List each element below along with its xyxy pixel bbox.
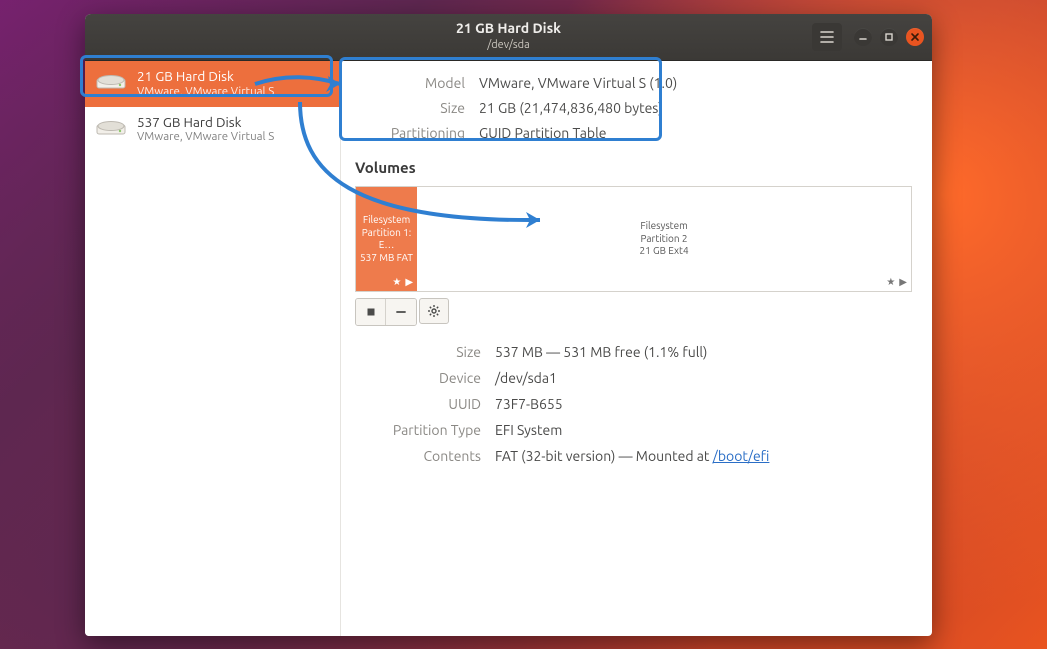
volume-line: Partition 1: E…: [356, 227, 417, 252]
volume-line: 21 GB Ext4: [639, 245, 688, 258]
sidebar-disk-title: 537 GB Hard Disk: [137, 115, 274, 131]
sidebar-disk-subtitle: VMware, VMware Virtual S: [137, 85, 274, 98]
play-icon: [899, 276, 907, 288]
volumes-box: Filesystem Partition 1: E… 537 MB FAT Fi…: [355, 186, 912, 292]
info-partitioning-label: Partitioning: [355, 125, 465, 141]
titlebar: 21 GB Hard Disk /dev/sda: [85, 14, 932, 61]
window-subtitle: /dev/sda: [85, 39, 932, 51]
main-pane: Model VMware, VMware Virtual S (1.0) Siz…: [341, 61, 932, 636]
det-contents-label: Contents: [355, 448, 481, 464]
det-ptype-value: EFI System: [495, 422, 912, 438]
volume-line: Filesystem: [363, 214, 410, 227]
play-icon: [405, 276, 413, 288]
volume-options-gear-button[interactable]: [419, 298, 449, 324]
det-ptype-label: Partition Type: [355, 422, 481, 438]
volume-footer-icons: [886, 276, 907, 288]
det-size-label: Size: [355, 344, 481, 360]
det-size-value: 537 MB — 531 MB free (1.1% full): [495, 344, 912, 360]
hamburger-menu-button[interactable]: [812, 23, 842, 51]
device-sidebar: 21 GB Hard Disk VMware, VMware Virtual S…: [85, 61, 341, 636]
volume-partition-2[interactable]: Filesystem Partition 2 21 GB Ext4: [417, 187, 911, 291]
volume-line: 537 MB FAT: [360, 252, 413, 265]
gnome-disks-window: 21 GB Hard Disk /dev/sda: [85, 14, 932, 636]
volume-partition-1[interactable]: Filesystem Partition 1: E… 537 MB FAT: [356, 187, 417, 291]
info-model-label: Model: [355, 75, 465, 91]
det-contents-value: FAT (32-bit version) — Mounted at /boot/…: [495, 448, 912, 464]
sidebar-disk-item[interactable]: 537 GB Hard Disk VMware, VMware Virtual …: [85, 107, 340, 153]
volume-line: Filesystem: [640, 220, 687, 233]
maximize-button[interactable]: [880, 28, 898, 46]
star-icon: [392, 276, 401, 288]
det-uuid-value: 73F7-B655: [495, 396, 912, 412]
hard-disk-icon: [95, 71, 127, 95]
volume-footer-icons: [392, 276, 413, 288]
star-icon: [886, 276, 895, 288]
unmount-stop-button[interactable]: [356, 299, 386, 325]
info-size-value: 21 GB (21,474,836,480 bytes): [479, 100, 912, 116]
volume-toolbar-segment: [355, 298, 417, 326]
minimize-button[interactable]: [854, 28, 872, 46]
volumes-heading: Volumes: [355, 159, 912, 176]
mount-point-link[interactable]: /boot/efi: [713, 448, 770, 464]
info-size-label: Size: [355, 100, 465, 116]
det-device-value: /dev/sda1: [495, 370, 912, 386]
partition-details: Size 537 MB — 531 MB free (1.1% full) De…: [355, 344, 912, 464]
info-model-value: VMware, VMware Virtual S (1.0): [479, 75, 912, 91]
info-partitioning-value: GUID Partition Table: [479, 125, 912, 141]
hard-disk-icon: [95, 117, 127, 141]
det-device-label: Device: [355, 370, 481, 386]
det-uuid-label: UUID: [355, 396, 481, 412]
delete-partition-button[interactable]: [386, 299, 416, 325]
sidebar-disk-title: 21 GB Hard Disk: [137, 69, 274, 85]
volume-line: Partition 2: [641, 233, 688, 246]
sidebar-disk-subtitle: VMware, VMware Virtual S: [137, 130, 274, 143]
window-title: 21 GB Hard Disk: [85, 20, 932, 36]
sidebar-disk-item[interactable]: 21 GB Hard Disk VMware, VMware Virtual S: [85, 61, 340, 107]
contents-prefix: FAT (32-bit version) — Mounted at: [495, 448, 713, 464]
close-button[interactable]: [906, 28, 924, 46]
disk-info: Model VMware, VMware Virtual S (1.0) Siz…: [355, 75, 912, 141]
